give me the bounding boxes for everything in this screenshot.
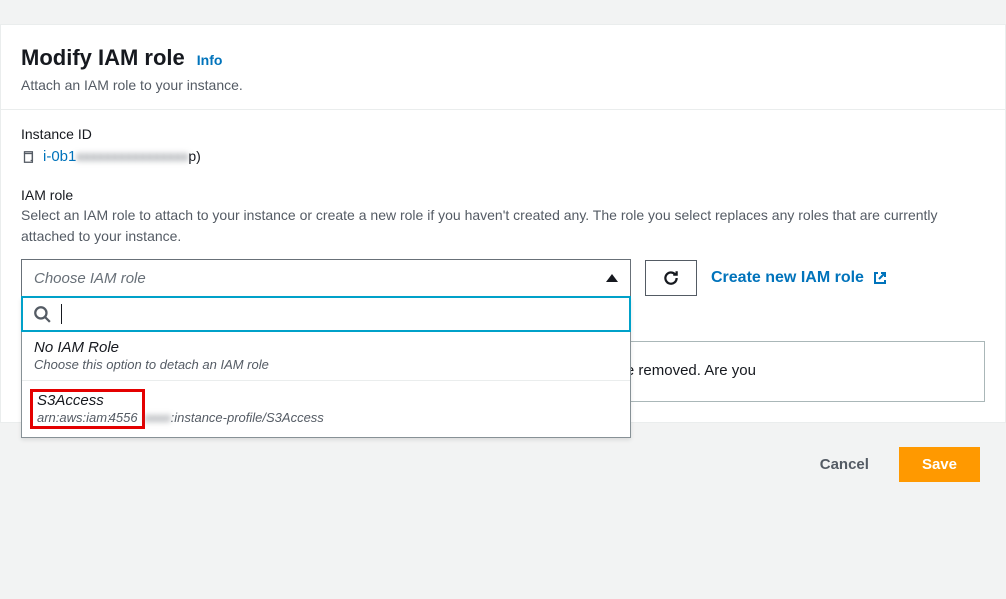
- dropdown-option-s3access[interactable]: S3Access arn:aws:iam:4556 xxxx:instance-…: [22, 381, 630, 437]
- create-new-role-link[interactable]: Create new IAM role: [711, 269, 888, 287]
- iam-role-description: Select an IAM role to attach to your ins…: [21, 205, 985, 247]
- chevron-up-icon: [606, 274, 618, 282]
- highlight-annotation: S3Access arn:aws:iam:4556: [30, 389, 145, 429]
- save-button[interactable]: Save: [899, 447, 980, 482]
- option-title-wrap: S3Access arn:aws:iam:4556 xxxx:instance-…: [34, 389, 618, 429]
- instance-id-row: i-0b1xxxxxxxxxxxxxxxxp): [21, 148, 985, 165]
- iam-role-select-row: Choose IAM role No IAM Role Choose this …: [21, 259, 985, 297]
- dropdown-option-no-role[interactable]: No IAM Role Choose this option to detach…: [22, 331, 630, 381]
- iam-role-label: IAM role: [21, 187, 985, 203]
- panel-header: Modify IAM role Info Attach an IAM role …: [1, 25, 1005, 110]
- iam-role-placeholder: Choose IAM role: [34, 270, 146, 287]
- refresh-button[interactable]: [645, 260, 697, 296]
- instance-id-label: Instance ID: [21, 126, 985, 142]
- dropdown-search-row[interactable]: [21, 296, 631, 332]
- refresh-icon: [662, 269, 680, 287]
- search-icon: [33, 305, 51, 323]
- option-arn-prefix: arn:aws:iam:: [37, 410, 111, 425]
- option-title: No IAM Role: [34, 339, 618, 356]
- panel-body: Instance ID i-0b1xxxxxxxxxxxxxxxxp) IAM …: [1, 110, 1005, 422]
- info-link[interactable]: Info: [197, 52, 223, 68]
- page-title: Modify IAM role: [21, 45, 185, 71]
- iam-role-dropdown: No IAM Role Choose this option to detach…: [21, 297, 631, 438]
- copy-icon[interactable]: [21, 150, 35, 164]
- page-subtitle: Attach an IAM role to your instance.: [21, 77, 985, 93]
- iam-role-select[interactable]: Choose IAM role No IAM Role Choose this …: [21, 259, 631, 297]
- cancel-button[interactable]: Cancel: [808, 448, 881, 481]
- dropdown-search-input[interactable]: [62, 306, 619, 323]
- instance-id-value[interactable]: i-0b1xxxxxxxxxxxxxxxxp): [43, 148, 201, 165]
- option-subtitle: Choose this option to detach an IAM role: [34, 357, 618, 372]
- external-link-icon: [872, 270, 888, 286]
- modify-iam-role-panel: Modify IAM role Info Attach an IAM role …: [0, 24, 1006, 423]
